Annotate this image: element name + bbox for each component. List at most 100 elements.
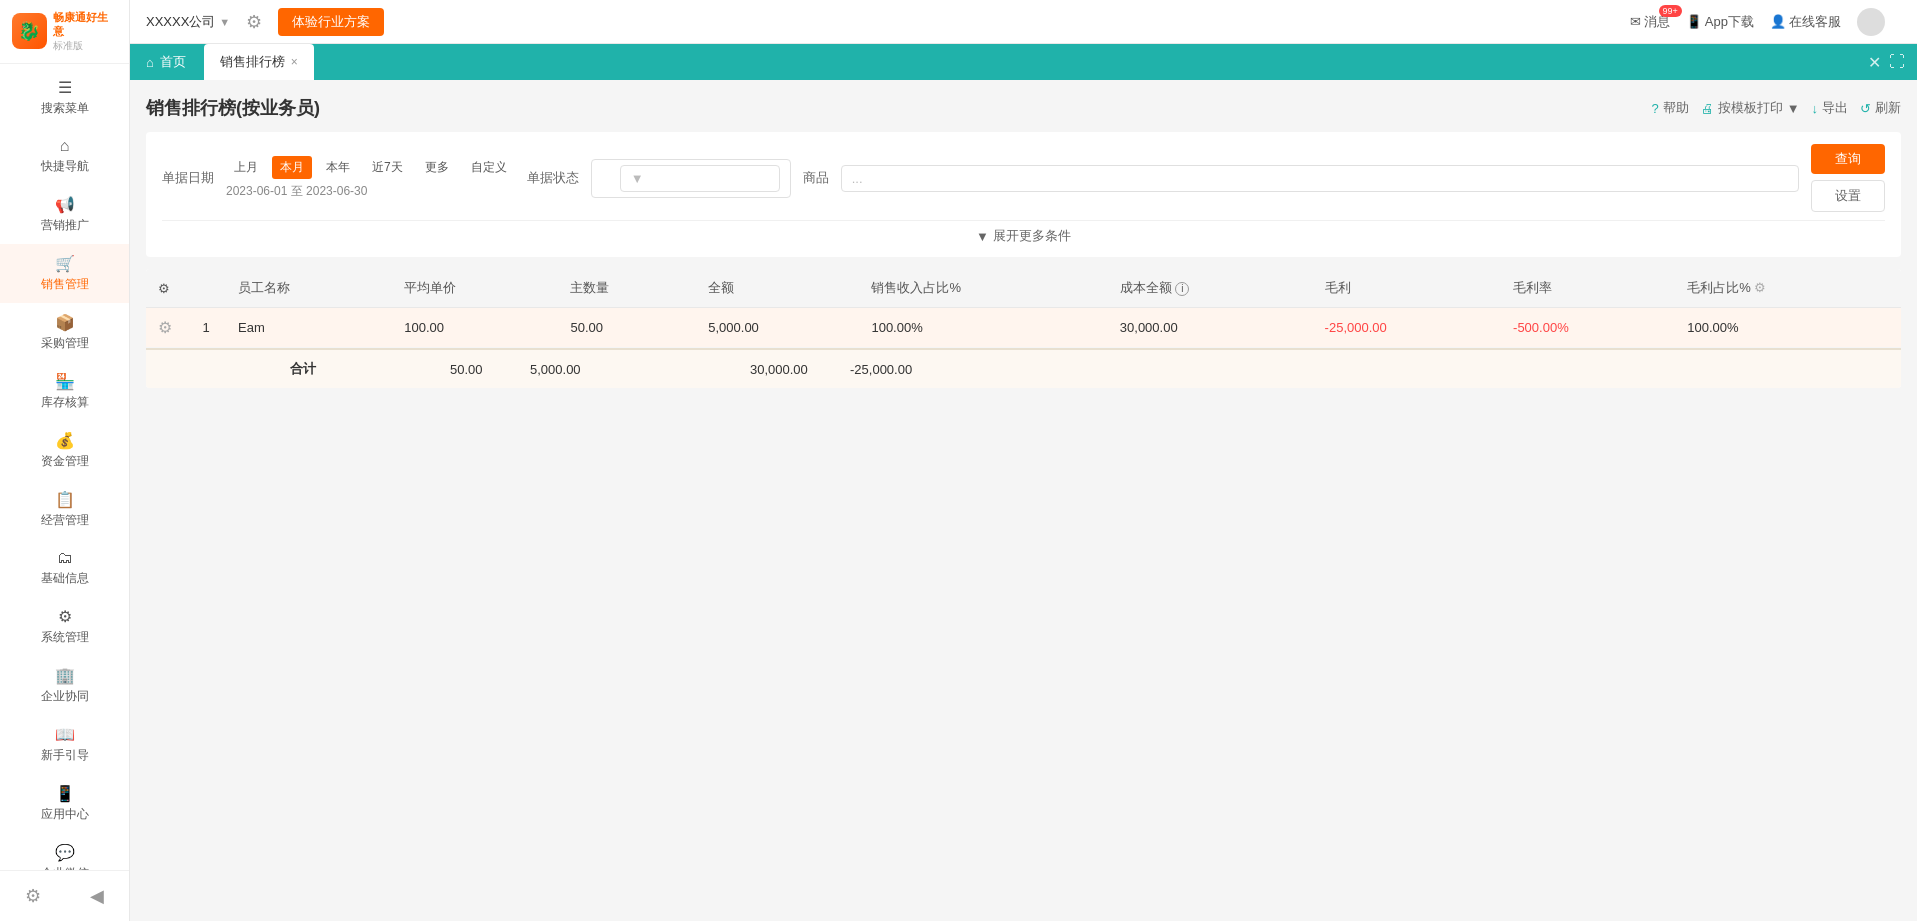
footer-cost: 30,000.00 — [738, 362, 838, 377]
logo-title: 畅康通好生意 — [53, 10, 117, 39]
company-name: XXXXX公司 — [146, 13, 215, 31]
tabs-right: ✕ ⛶ — [1868, 53, 1917, 72]
sidebar-item-enterprise[interactable]: 🏢企业协同 — [0, 656, 129, 715]
filter-expand: ▼ 展开更多条件 — [162, 220, 1885, 245]
help-btn[interactable]: ? 帮助 — [1651, 99, 1688, 117]
tab-close-window-icon[interactable]: ✕ — [1868, 53, 1881, 72]
tab-home[interactable]: ⌂ 首页 — [130, 44, 202, 80]
expand-more-btn[interactable]: ▼ 展开更多条件 — [162, 227, 1885, 245]
refresh-btn[interactable]: ↺ 刷新 — [1860, 99, 1901, 117]
wechat-icon: 💬 — [55, 843, 75, 862]
export-btn[interactable]: ↓ 导出 — [1812, 99, 1849, 117]
avatar[interactable] — [1857, 8, 1885, 36]
sidebar-item-system[interactable]: ⚙系统管理 — [0, 597, 129, 656]
header-message-btn[interactable]: ✉ 消息 99+ — [1630, 13, 1670, 31]
col-avg-price: 平均单价 — [392, 269, 558, 308]
logo-sub: 标准版 — [53, 39, 117, 53]
row-rank-0: 1 — [186, 308, 226, 348]
filter-area: 单据日期 上月 本月 本年 近7天 更多 自定义 2023-06-01 至 20… — [146, 132, 1901, 257]
page-actions: ? 帮助 🖨 按模板打印 ▼ ↓ 导出 ↺ 刷新 — [1651, 99, 1901, 117]
sidebar-settings-btn[interactable]: ⚙ — [17, 881, 49, 911]
col-settings[interactable]: ⚙ — [146, 269, 186, 308]
sidebar-label-inventory: 库存核算 — [41, 394, 89, 411]
home-icon: ⌂ — [146, 55, 154, 70]
col-amount: 全额 — [696, 269, 859, 308]
data-table: ⚙ 员工名称 平均单价 主数量 全额 销售收入占比% 成本全额 i 毛利 毛利率… — [146, 269, 1901, 388]
sidebar-item-purchase[interactable]: 📦采购管理 — [0, 303, 129, 362]
header: XXXXX公司 ▼ ⚙ 体验行业方案 ✉ 消息 99+ 📱 App下载 👤 在线… — [130, 0, 1917, 44]
guide-icon: 📖 — [55, 725, 75, 744]
sidebar-item-basic[interactable]: 🗂基础信息 — [0, 539, 129, 597]
sidebar-item-quick-nav[interactable]: ⌂快捷导航 — [0, 127, 129, 185]
company-arrow-icon: ▼ — [219, 16, 230, 28]
goods-filter-label: 商品 — [803, 169, 829, 187]
sidebar-item-finance[interactable]: 💰资金管理 — [0, 421, 129, 480]
marketing-icon: 📢 — [55, 195, 75, 214]
header-app-btn[interactable]: 📱 App下载 — [1686, 13, 1754, 31]
filter-settings-button[interactable]: 设置 — [1811, 180, 1885, 212]
status-dropdown-icon: ▼ — [620, 165, 780, 192]
company-selector[interactable]: XXXXX公司 ▼ — [146, 13, 230, 31]
table-footer: 合计 50.00 5,000.00 30,000.00 -25,000.00 — [146, 348, 1901, 388]
operations-icon: 📋 — [55, 490, 75, 509]
header-settings-icon[interactable]: ⚙ — [242, 7, 266, 37]
sidebar-collapse-btn[interactable]: ◀ — [82, 881, 112, 911]
tab-close-icon[interactable]: × — [291, 55, 298, 69]
refresh-label: 刷新 — [1875, 99, 1901, 117]
sidebar-item-operations[interactable]: 📋 经营管理 — [0, 480, 129, 539]
sales-icon: 🛒 — [55, 254, 75, 273]
col-gross-pct: 毛利占比% ⚙ — [1675, 269, 1901, 308]
row-gross-pct-0: 100.00% — [1675, 308, 1901, 348]
status-select[interactable]: ▼ — [591, 159, 791, 198]
main-content: 销售排行榜(按业务员) ? 帮助 🖨 按模板打印 ▼ ↓ 导出 ↺ 刷新 — [130, 80, 1917, 921]
tabs-bar: ⌂ 首页 销售排行榜 × ✕ ⛶ — [130, 44, 1917, 80]
sidebar-label-quick-nav: 快捷导航 — [41, 158, 89, 175]
sidebar-item-search[interactable]: ☰搜索菜单 — [0, 68, 129, 127]
footer-amount: 5,000.00 — [518, 362, 618, 377]
date-tab-custom[interactable]: 自定义 — [463, 156, 515, 179]
inventory-icon: 🏪 — [55, 372, 75, 391]
trial-button[interactable]: 体验行业方案 — [278, 8, 384, 36]
tab-sales-ranking[interactable]: 销售排行榜 × — [204, 44, 314, 80]
col-cost: 成本全额 i — [1108, 269, 1313, 308]
row-cost-0: 30,000.00 — [1108, 308, 1313, 348]
sidebar-item-guide[interactable]: 📖新手引导 — [0, 715, 129, 774]
date-tab-more[interactable]: 更多 — [417, 156, 457, 179]
row-settings-0[interactable]: ⚙ — [146, 308, 186, 348]
help-icon: ? — [1651, 101, 1658, 116]
row-avg-price-0: 100.00 — [392, 308, 558, 348]
export-icon: ↓ — [1812, 101, 1819, 116]
sidebar-item-sales[interactable]: 🛒销售管理 — [0, 244, 129, 303]
row-gross-rate-0: -500.00% — [1501, 308, 1675, 348]
page-header: 销售排行榜(按业务员) ? 帮助 🖨 按模板打印 ▼ ↓ 导出 ↺ 刷新 — [146, 96, 1901, 120]
print-btn[interactable]: 🖨 按模板打印 ▼ — [1701, 99, 1800, 117]
export-label: 导出 — [1822, 99, 1848, 117]
date-tab-this-year[interactable]: 本年 — [318, 156, 358, 179]
sidebar-label-operations: 经营管理 — [41, 512, 89, 529]
sidebar-item-apps[interactable]: 📱应用中心 — [0, 774, 129, 833]
refresh-icon: ↺ — [1860, 101, 1871, 116]
app-icon: 📱 — [1686, 14, 1702, 29]
print-icon: 🖨 — [1701, 101, 1714, 116]
tab-sales-ranking-label: 销售排行榜 — [220, 53, 285, 71]
sidebar-item-inventory[interactable]: 🏪 库存核算 — [0, 362, 129, 421]
sidebar-item-marketing[interactable]: 📢营销推广 — [0, 185, 129, 244]
footer-label-text: 合计 — [278, 360, 358, 378]
print-label: 按模板打印 — [1718, 99, 1783, 117]
message-badge: 99+ — [1659, 5, 1682, 17]
table-header-row: ⚙ 员工名称 平均单价 主数量 全额 销售收入占比% 成本全额 i 毛利 毛利率… — [146, 269, 1901, 308]
service-icon: 👤 — [1770, 14, 1786, 29]
table-row: ⚙ 1 Eam 100.00 50.00 5,000.00 100.00% 30… — [146, 308, 1901, 348]
tab-maximize-icon[interactable]: ⛶ — [1889, 53, 1905, 71]
goods-select[interactable]: ... — [841, 165, 1799, 192]
date-tab-this-month[interactable]: 本月 — [272, 156, 312, 179]
date-tabs: 上月 本月 本年 近7天 更多 自定义 — [226, 156, 515, 179]
header-service-btn[interactable]: 👤 在线客服 — [1770, 13, 1841, 31]
date-tab-last7days[interactable]: 近7天 — [364, 156, 411, 179]
sidebar-item-wechat[interactable]: 💬企业微信 — [0, 833, 129, 870]
sidebar-label-basic: 基础信息 — [41, 570, 89, 587]
date-tab-prev-month[interactable]: 上月 — [226, 156, 266, 179]
query-button[interactable]: 查询 — [1811, 144, 1885, 174]
sidebar: 🐉 畅康通好生意 标准版 ☰搜索菜单⌂快捷导航📢营销推广🛒销售管理📦采购管理🏪库… — [0, 0, 130, 921]
service-label: 在线客服 — [1789, 13, 1841, 31]
